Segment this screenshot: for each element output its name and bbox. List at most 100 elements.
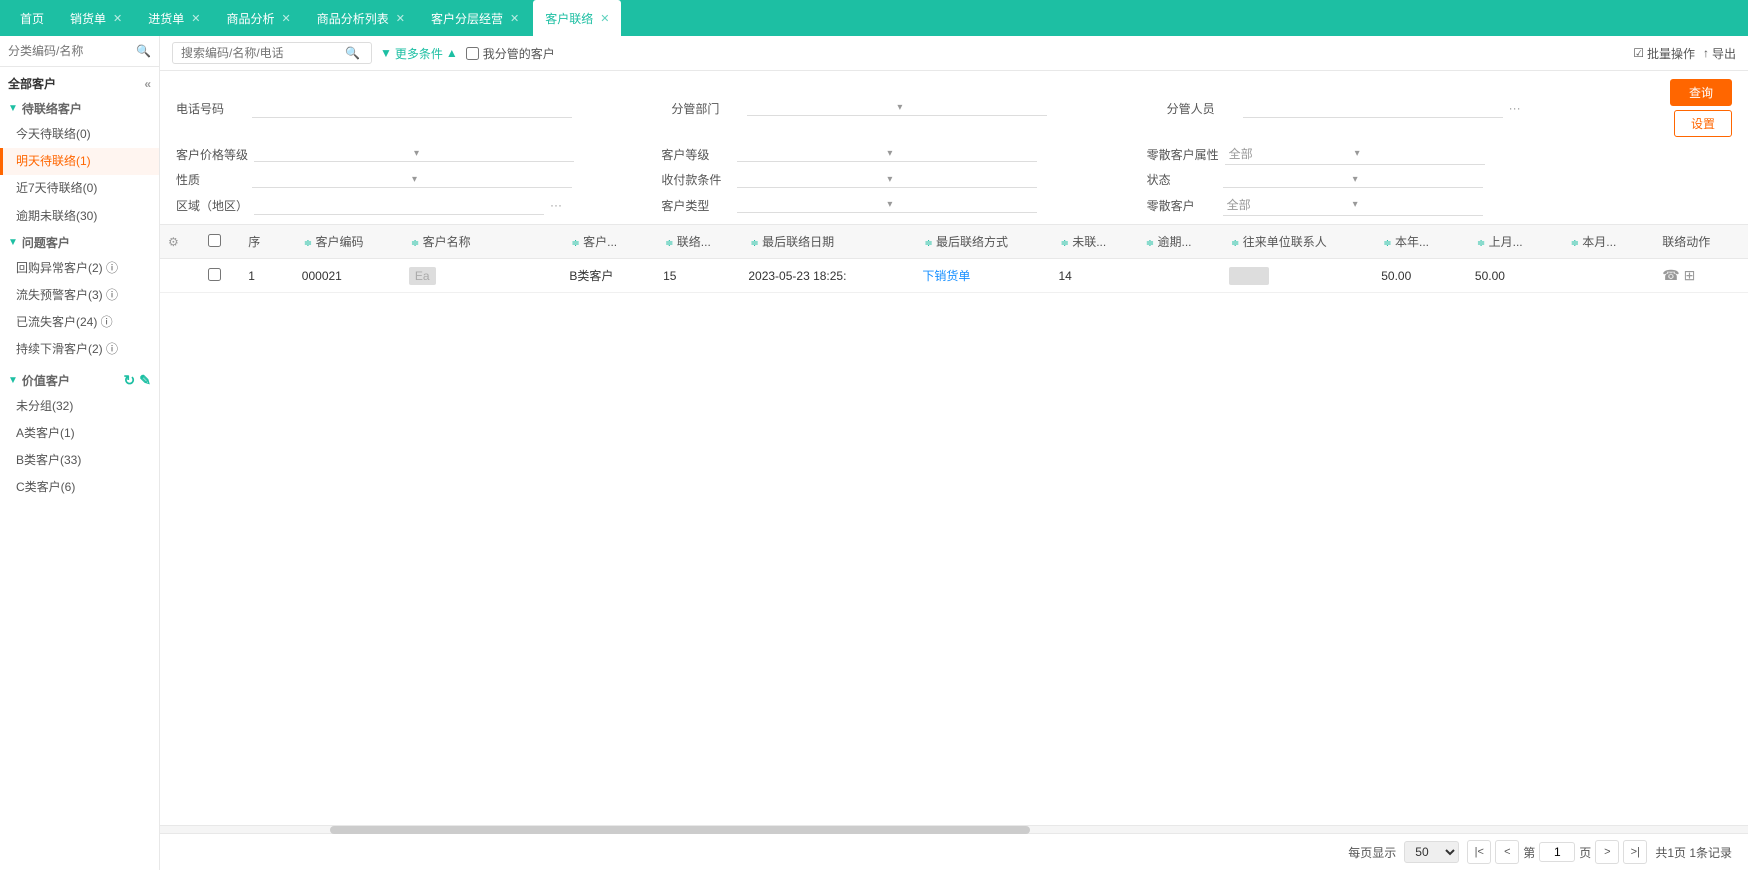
sidebar-item-a-class[interactable]: A类客户(1)	[0, 420, 159, 447]
filter-input-region[interactable]	[254, 196, 544, 215]
export-button[interactable]: ↑ 导出	[1703, 45, 1736, 62]
sidebar-item-7days[interactable]: 近7天待联络(0)	[0, 175, 159, 202]
filter-region: 区域（地区） ···	[176, 196, 653, 215]
filter-select-price-level[interactable]: ▾	[254, 146, 574, 162]
cell-this-year: 50.00	[1373, 259, 1467, 293]
refresh-icon[interactable]: ↻	[124, 372, 136, 389]
my-customers-checkbox[interactable]	[466, 47, 479, 60]
col-name: ≑ 客户名称	[401, 225, 562, 259]
set-button[interactable]: 设置	[1674, 110, 1732, 137]
filter-payment: 收付款条件 ▾	[661, 171, 1138, 188]
filter-select-customer-type[interactable]: ▾	[737, 197, 1037, 213]
close-icon[interactable]: ✕	[600, 12, 609, 25]
filter-label-casual-attr: 零散客户属性	[1147, 146, 1219, 163]
sidebar-item-ungrouped[interactable]: 未分组(32)	[0, 393, 159, 420]
close-icon[interactable]: ✕	[396, 12, 405, 25]
cell-last-method: 下销货单	[914, 259, 1050, 293]
filter-icon: ▼	[380, 46, 392, 60]
page-nav: |< < 第 页 > >|	[1467, 840, 1647, 864]
sidebar-item-overdue[interactable]: 逾期未联络(30)	[0, 203, 159, 230]
filter-label-price-level: 客户价格等级	[176, 146, 248, 163]
first-page-button[interactable]: |<	[1467, 840, 1491, 864]
more-filter-button[interactable]: ▼ 更多条件 ▲	[380, 45, 458, 62]
filter-dots-region[interactable]: ···	[550, 198, 562, 212]
page-input[interactable]	[1539, 842, 1575, 862]
sort-icon: ≑	[571, 238, 579, 249]
sidebar-item-today[interactable]: 今天待联络(0)	[0, 121, 159, 148]
filter-dots-manager[interactable]: ···	[1509, 101, 1521, 115]
sort-icon: ≑	[1060, 238, 1068, 249]
search-icon[interactable]: 🔍	[136, 44, 151, 58]
nav-customer-tier[interactable]: 客户分层经营 ✕	[419, 0, 531, 36]
sidebar-section-problem[interactable]: ▼ 问题客户	[0, 230, 159, 255]
sidebar-section-value[interactable]: ▼ 价值客户 ↻ ✎	[0, 368, 159, 393]
col-gear: ⚙	[160, 225, 200, 259]
sidebar-item-b-class[interactable]: B类客户(33)	[0, 447, 159, 474]
scrollbar-thumb[interactable]	[330, 826, 1030, 834]
sort-icon: ≑	[304, 238, 312, 249]
sidebar-item-churn-warning[interactable]: 流失预警客户(3) ⓘ	[0, 282, 159, 309]
sidebar-item-c-class[interactable]: C类客户(6)	[0, 474, 159, 501]
filter-select-dept[interactable]: ▾	[747, 100, 1047, 116]
nav-product-analysis-list[interactable]: 商品分析列表 ✕	[305, 0, 417, 36]
contact-method-link[interactable]: 下销货单	[922, 269, 970, 283]
filter-select-status[interactable]: ▾	[1223, 172, 1483, 188]
filter-dept: 分管部门 ▾	[671, 100, 1158, 117]
collapse-icon[interactable]: «	[144, 77, 151, 91]
filter-select-payment[interactable]: ▾	[737, 172, 1037, 188]
filter-select-nature[interactable]: ▾	[252, 172, 572, 188]
filter-label-status: 状态	[1147, 171, 1217, 188]
chevron-up-icon: ▲	[446, 46, 458, 60]
sidebar-section-pending[interactable]: ▼ 待联络客户	[0, 96, 159, 121]
batch-ops-button[interactable]: ☑ 批量操作	[1633, 45, 1695, 62]
row-checkbox[interactable]	[208, 268, 221, 281]
filter-select-casual[interactable]: 全部 ▾	[1223, 194, 1483, 216]
filter-price-level: 客户价格等级 ▾	[176, 146, 653, 163]
close-icon[interactable]: ✕	[113, 12, 122, 25]
col-action: 联络动作	[1654, 225, 1748, 259]
chevron-down-icon: ▾	[414, 148, 570, 159]
data-table-wrap: ⚙ 序 ≑ 客户编码 ≑ 客户名称	[160, 225, 1748, 825]
per-page-label: 每页显示	[1348, 844, 1396, 861]
sidebar-item-declining[interactable]: 持续下滑客户(2) ⓘ	[0, 336, 159, 363]
search-icon[interactable]: 🔍	[345, 46, 360, 60]
sidebar-search-input[interactable]	[8, 44, 132, 58]
nav-sales-order[interactable]: 销货单 ✕	[58, 0, 134, 36]
filter-select-customer-level[interactable]: ▾	[737, 146, 1037, 162]
search-input[interactable]	[181, 46, 341, 60]
filter-input-manager[interactable]	[1243, 99, 1503, 118]
col-uncontact: ≑ 未联...	[1050, 225, 1135, 259]
cell-this-month	[1561, 259, 1655, 293]
nav-purchase-order[interactable]: 进货单 ✕	[136, 0, 212, 36]
col-check	[200, 225, 240, 259]
filter-input-phone[interactable]	[252, 99, 572, 118]
nav-customer-contact[interactable]: 客户联络 ✕	[533, 0, 621, 36]
close-icon[interactable]: ✕	[282, 12, 291, 25]
sidebar-item-abnormal[interactable]: 回购异常客户(2) ⓘ	[0, 255, 159, 282]
filter-label-casual: 零散客户	[1147, 197, 1217, 214]
qr-action-icon[interactable]: ⊞	[1684, 267, 1696, 284]
filter-row-3: 性质 ▾ 收付款条件 ▾ 状态	[176, 171, 1732, 188]
close-icon[interactable]: ✕	[510, 12, 519, 25]
close-icon[interactable]: ✕	[191, 12, 200, 25]
sidebar-item-tomorrow[interactable]: 明天待联络(1)	[0, 148, 159, 175]
filter-label-phone: 电话号码	[176, 100, 246, 117]
query-button[interactable]: 查询	[1670, 79, 1732, 106]
main-content: 🔍 ▼ 更多条件 ▲ 我分管的客户 ☑ 批量操作 ↑ 导出	[160, 36, 1748, 870]
edit-icon[interactable]: ✎	[139, 372, 151, 389]
next-page-button[interactable]: >	[1595, 840, 1619, 864]
col-this-year: ≑ 本年...	[1373, 225, 1467, 259]
gear-icon[interactable]: ⚙	[168, 235, 179, 249]
nav-product-analysis[interactable]: 商品分析 ✕	[214, 0, 302, 36]
nav-home[interactable]: 首页	[8, 0, 56, 36]
last-page-button[interactable]: >|	[1623, 840, 1647, 864]
my-customers-checkbox-label: 我分管的客户	[466, 45, 555, 62]
horizontal-scrollbar[interactable]	[160, 825, 1748, 833]
select-all-checkbox[interactable]	[208, 234, 221, 247]
page-size-select[interactable]: 50 20 100	[1404, 841, 1459, 863]
prev-page-button[interactable]: <	[1495, 840, 1519, 864]
contact-action-icon[interactable]: ☎	[1662, 267, 1679, 284]
table-row: 1 000021 Ea B类客户 15 2023-05-23 18:25: 下销…	[160, 259, 1748, 293]
sidebar-item-churned[interactable]: 已流失客户(24) ⓘ	[0, 309, 159, 336]
filter-select-casual-attr[interactable]: 全部 ▾	[1225, 143, 1485, 165]
